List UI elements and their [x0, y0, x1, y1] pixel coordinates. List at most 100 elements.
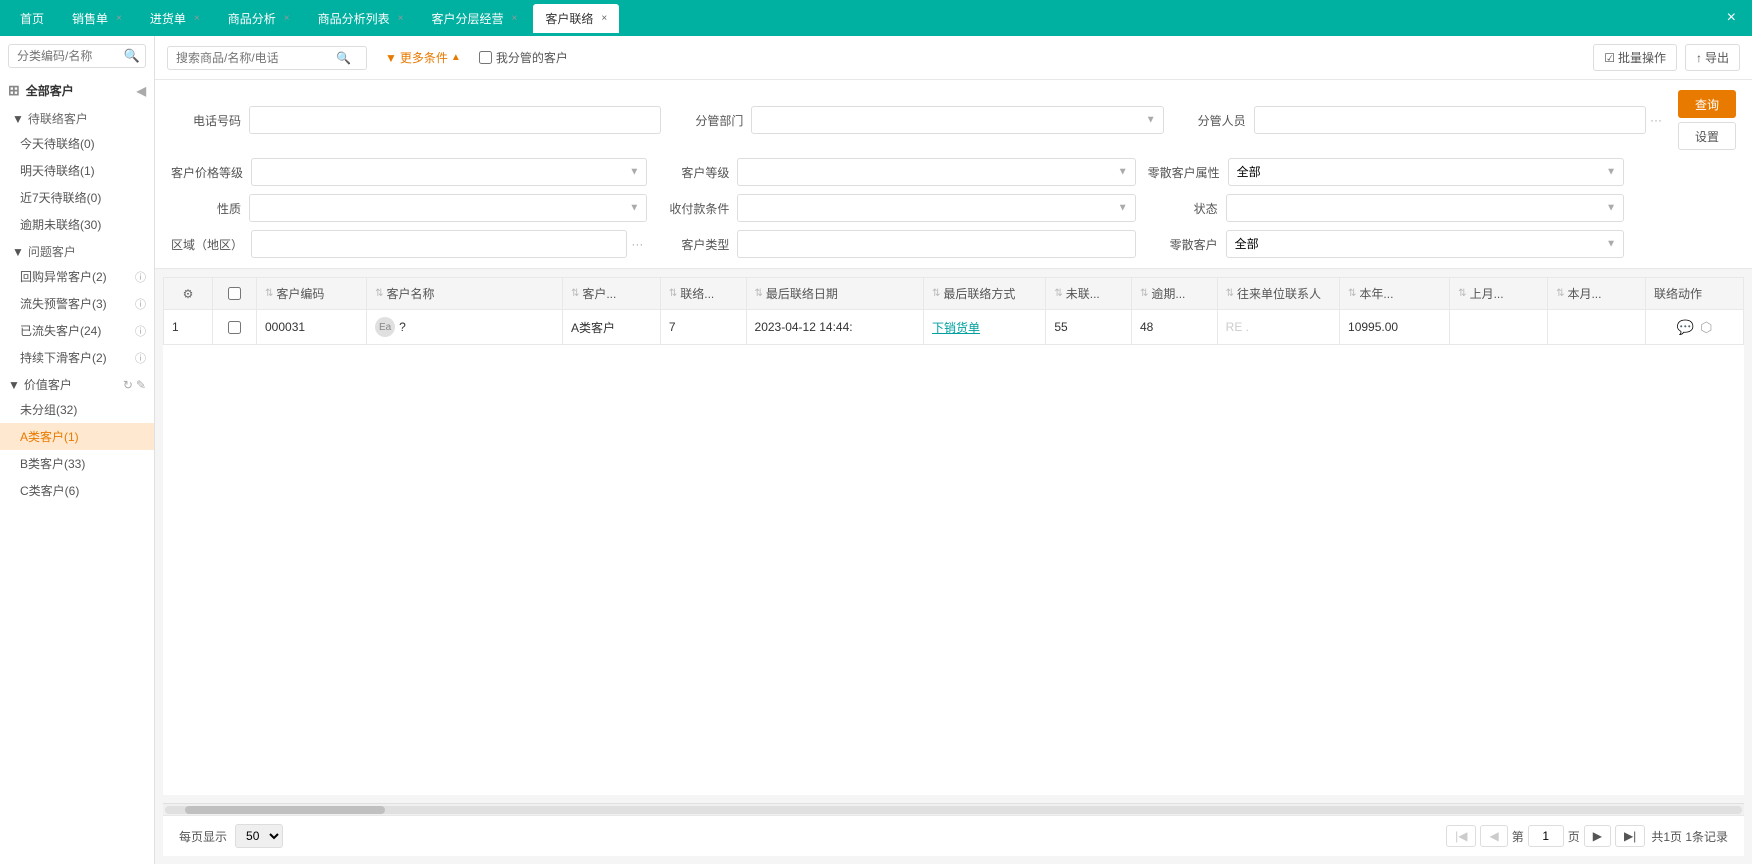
sidebar-item-churn-warning[interactable]: 流失预警客户(3) ⓘ: [0, 290, 154, 317]
nav-tab-product-list-close[interactable]: ×: [398, 13, 404, 24]
filter-retail-attr-select-wrapper: 全部 ▼: [1228, 158, 1624, 186]
col-unit-contact-sort-icon[interactable]: ⇅: [1226, 288, 1234, 299]
filter-status-select[interactable]: [1226, 194, 1624, 222]
sidebar-contact-group[interactable]: ▼ 待联络客户: [0, 105, 154, 130]
export-button[interactable]: ↑ 导出: [1685, 44, 1740, 71]
filter-retail-select[interactable]: 全部: [1226, 230, 1624, 258]
query-button[interactable]: 查询: [1678, 90, 1736, 118]
col-this-month-sort-icon[interactable]: ⇅: [1556, 288, 1564, 299]
nav-tab-product-analysis-close[interactable]: ×: [284, 13, 290, 24]
nav-tab-product-analysis[interactable]: 商品分析 ×: [216, 4, 302, 33]
sidebar-item-repurchase[interactable]: 回购异常客户(2) ⓘ: [0, 263, 154, 290]
col-class-sort-icon[interactable]: ⇅: [571, 288, 579, 299]
col-header-num: ⚙: [164, 278, 213, 310]
col-code-label: 客户编码: [276, 285, 324, 302]
cell-contact: 7: [660, 310, 746, 345]
per-page-select[interactable]: 50: [235, 824, 283, 848]
filter-price-level-select[interactable]: [251, 158, 647, 186]
sidebar-value-group[interactable]: ▼ 价值客户 ↻ ✎: [0, 371, 154, 396]
my-customers-checkbox[interactable]: [479, 51, 492, 64]
first-page-button[interactable]: |◀: [1446, 825, 1476, 847]
col-header-name: ⇅ 客户名称: [367, 278, 563, 310]
filter-retail-select-wrapper: 全部 ▼: [1226, 230, 1624, 258]
window-close-button[interactable]: ×: [1719, 5, 1744, 31]
sidebar-all-customers[interactable]: ⊞ 全部客户 ◀: [0, 76, 154, 105]
nav-home[interactable]: 首页: [8, 4, 56, 33]
filter-cust-level-select-wrapper: ▼: [737, 158, 1135, 186]
row-name-value[interactable]: ?: [399, 320, 406, 334]
customer-table: ⚙ ⇅ 客户编码: [163, 277, 1744, 345]
cell-no-contact: 55: [1046, 310, 1132, 345]
filter-phone-input[interactable]: [249, 106, 661, 134]
horizontal-scrollbar[interactable]: [163, 803, 1744, 815]
next-page-button[interactable]: ▶: [1584, 825, 1611, 847]
sidebar-item-declining[interactable]: 持续下滑客户(2) ⓘ: [0, 344, 154, 371]
col-code-sort-icon[interactable]: ⇅: [265, 288, 273, 299]
col-last-date-sort-icon[interactable]: ⇅: [755, 288, 763, 299]
nav-tab-customer-tier-close[interactable]: ×: [511, 13, 517, 24]
filter-nature-select[interactable]: [249, 194, 647, 222]
nav-tab-sales-close[interactable]: ×: [116, 13, 122, 24]
col-last-method-sort-icon[interactable]: ⇅: [932, 288, 940, 299]
sidebar-item-overdue[interactable]: 逾期未联络(30): [0, 211, 154, 238]
nav-tab-customer-contact-close[interactable]: ×: [601, 13, 607, 24]
sidebar-item-class-c[interactable]: C类客户(6): [0, 477, 154, 504]
sidebar-all-customers-label: 全部客户: [26, 82, 74, 99]
sidebar-item-class-b[interactable]: B类客户(33): [0, 450, 154, 477]
filter-row-4: 区域（地区） ··· 客户类型 零散客户 全部 ▼: [171, 230, 1736, 258]
sidebar-problem-group[interactable]: ▼ 问题客户: [0, 238, 154, 263]
my-customers-checkbox-label[interactable]: 我分管的客户: [479, 49, 568, 66]
contact-group-label: 待联络客户: [28, 110, 88, 127]
sidebar-item-class-a[interactable]: A类客户(1): [0, 423, 154, 450]
filter-more-btn[interactable]: ▼ 更多条件 ▲: [377, 45, 469, 70]
filter-search-icon[interactable]: 🔍: [336, 51, 351, 65]
sidebar-item-tomorrow[interactable]: 明天待联络(1): [0, 157, 154, 184]
page-number-input[interactable]: [1528, 825, 1564, 847]
col-year-sort-icon[interactable]: ⇅: [1348, 288, 1356, 299]
sidebar-item-7days[interactable]: 近7天待联络(0): [0, 184, 154, 211]
last-page-button[interactable]: ▶|: [1615, 825, 1645, 847]
scrollbar-thumb[interactable]: [185, 806, 385, 814]
table-settings-icon[interactable]: ⚙: [183, 287, 194, 301]
more-action-icon[interactable]: ⬡: [1700, 319, 1712, 336]
filter-retail-attr-select[interactable]: 全部: [1228, 158, 1624, 186]
filter-cust-type-input[interactable]: [737, 230, 1135, 258]
nav-tab-sales[interactable]: 销售单 ×: [60, 4, 134, 33]
row-last-method-value[interactable]: 下销货单: [932, 321, 980, 335]
sidebar-item-churned[interactable]: 已流失客户(24) ⓘ: [0, 317, 154, 344]
person-dots-icon[interactable]: ···: [1646, 113, 1666, 127]
nav-tab-purchase-close[interactable]: ×: [194, 13, 200, 24]
select-all-checkbox[interactable]: [228, 287, 241, 300]
col-overdue-sort-icon[interactable]: ⇅: [1140, 288, 1148, 299]
filter-search-input[interactable]: [176, 51, 336, 65]
edit-icon[interactable]: ✎: [136, 378, 146, 392]
filter-person-input[interactable]: [1254, 106, 1646, 134]
refresh-icon[interactable]: ↻: [123, 378, 133, 392]
col-no-contact-sort-icon[interactable]: ⇅: [1054, 288, 1062, 299]
region-dots-icon[interactable]: ···: [627, 237, 647, 251]
filter-dept-select[interactable]: [751, 106, 1163, 134]
sidebar-collapse-icon[interactable]: ◀: [137, 84, 146, 98]
col-name-sort-icon[interactable]: ⇅: [375, 288, 383, 299]
sidebar-item-today[interactable]: 今天待联络(0): [0, 130, 154, 157]
row-checkbox[interactable]: [228, 321, 241, 334]
filter-pay-terms-select[interactable]: [737, 194, 1135, 222]
batch-op-button[interactable]: ☑ 批量操作: [1593, 44, 1677, 71]
prev-page-button[interactable]: ◀: [1480, 825, 1507, 847]
col-last-month-sort-icon[interactable]: ⇅: [1458, 288, 1466, 299]
filter-region-input[interactable]: [251, 230, 627, 258]
nav-tab-customer-contact[interactable]: 客户联络 ×: [533, 4, 619, 33]
col-header-last-method: ⇅ 最后联络方式: [923, 278, 1045, 310]
nav-tab-purchase[interactable]: 进货单 ×: [138, 4, 212, 33]
sidebar-item-ungrouped[interactable]: 未分组(32): [0, 396, 154, 423]
settings-button[interactable]: 设置: [1678, 122, 1736, 150]
nav-tab-product-list[interactable]: 商品分析列表 ×: [306, 4, 416, 33]
col-last-month-label: 上月...: [1470, 285, 1504, 302]
filter-cust-level-select[interactable]: [737, 158, 1135, 186]
col-contact-sort-icon[interactable]: ⇅: [669, 288, 677, 299]
col-header-last-date: ⇅ 最后联络日期: [746, 278, 923, 310]
nav-tab-customer-contact-label: 客户联络: [545, 10, 593, 27]
nav-tab-customer-tier[interactable]: 客户分层经营 ×: [419, 4, 529, 33]
chat-action-icon[interactable]: 💬: [1677, 319, 1694, 336]
cell-class: A类客户: [562, 310, 660, 345]
